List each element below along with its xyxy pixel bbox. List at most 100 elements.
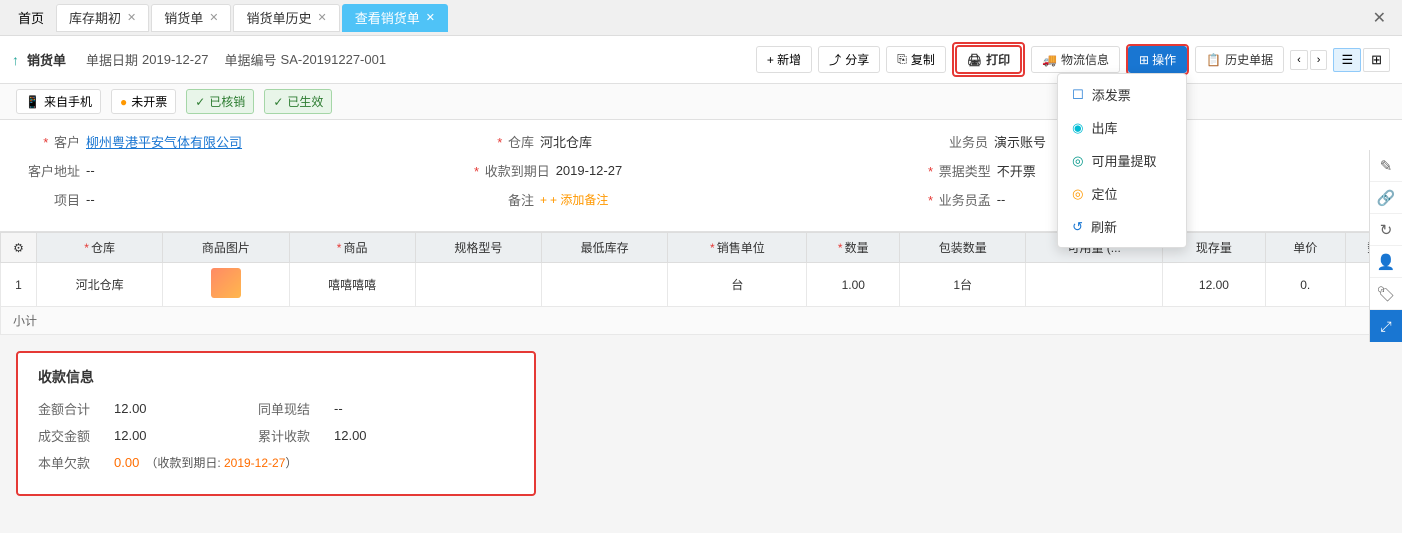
copy-button[interactable]: ⎘ 复制: [886, 46, 946, 73]
row-package-qty: 1台: [900, 263, 1026, 307]
close-icon[interactable]: ✕: [209, 11, 218, 24]
sidebar-refresh-icon[interactable]: ↻: [1370, 214, 1402, 246]
available-icon: ◎: [1072, 153, 1083, 169]
row-min-stock: [542, 263, 668, 307]
tab-view-sales[interactable]: 查看销货单 ✕: [342, 4, 448, 32]
row-stock: 12.00: [1162, 263, 1265, 307]
doc-type: 销货单: [27, 50, 66, 69]
row-num: 1: [1, 263, 37, 307]
copy-icon: ⎘: [897, 52, 907, 67]
tab-label: 库存期初: [69, 8, 121, 27]
row-sales-unit: 台: [668, 263, 807, 307]
customer-value[interactable]: 柳州粤港平安气体有限公司: [86, 132, 242, 151]
subtotal-row: 小计: [1, 307, 1402, 335]
subactions-bar: 📱 来自手机 ● 未开票 ✓ 已核销 ✓ 已生效: [0, 84, 1402, 120]
sidebar-link-icon[interactable]: 🔗: [1370, 182, 1402, 214]
outstanding-label: 本单欠款: [38, 453, 108, 472]
package-qty-header: 包装数量: [900, 233, 1026, 263]
sidebar-tag-icon[interactable]: 🏷: [1370, 278, 1402, 310]
main-content: ↑ 销货单 单据日期 2019-12-27 单据编号 SA-20191227-0…: [0, 36, 1402, 516]
payment-info-box: 收款信息 金额合计 12.00 同单现结 -- 成交金额 12.00: [16, 351, 536, 496]
warehouse-out-item[interactable]: ◉ 出库: [1058, 111, 1186, 144]
warehouse-icon: ◉: [1072, 120, 1083, 136]
add-note-button[interactable]: + + 添加备注: [540, 191, 608, 208]
outstanding-value: 0.00: [114, 455, 139, 470]
history-button[interactable]: 📋 历史单据: [1195, 46, 1284, 73]
add-invoice-item[interactable]: ☐ 添发票: [1058, 78, 1186, 111]
available-qty-item[interactable]: ◎ 可用量提取: [1058, 144, 1186, 177]
payment-row-3: 本单欠款 0.00 （收款到期日: 2019-12-27）: [38, 453, 514, 472]
product-img-header: 商品图片: [163, 233, 289, 263]
unit-price-header: 单价: [1265, 233, 1345, 263]
history-icon: 📋: [1206, 53, 1221, 67]
row-quantity: 1.00: [807, 263, 900, 307]
accumulated-field: 累计收款 12.00: [258, 426, 478, 445]
dot-icon: ●: [120, 95, 127, 109]
grid-view-button[interactable]: ⊞: [1363, 48, 1390, 72]
tab-sales-order[interactable]: 销货单 ✕: [151, 4, 231, 32]
sidebar-expand-icon[interactable]: ⤢: [1370, 310, 1402, 342]
operations-dropdown: ☐ 添发票 ◉ 出库 ◎ 可用量提取 ◎ 定位: [1057, 73, 1187, 248]
date-label: 单据日期 2019-12-27: [86, 50, 209, 69]
print-button[interactable]: 🖨 打印: [955, 45, 1022, 74]
address-value: --: [86, 163, 95, 178]
required-star: *: [43, 135, 48, 150]
project-value: --: [86, 192, 95, 207]
transaction-amount-field: 成交金额 12.00: [38, 426, 258, 445]
next-button[interactable]: ›: [1310, 50, 1328, 70]
sidebar-edit-icon[interactable]: ✎: [1370, 150, 1402, 182]
payment-row-2: 成交金额 12.00 累计收款 12.00: [38, 426, 514, 445]
from-phone-button[interactable]: 📱 来自手机: [16, 89, 101, 114]
same-order-value: --: [334, 401, 343, 416]
form-area: * 客户 柳州粤港平安气体有限公司 * 仓库 河北仓库 业务员: [0, 120, 1402, 232]
warehouse-value: 河北仓库: [540, 132, 592, 151]
add-button[interactable]: + 新增: [756, 46, 812, 73]
product-image: [211, 268, 241, 298]
required-star: *: [497, 135, 502, 150]
locate-item[interactable]: ◎ 定位: [1058, 177, 1186, 210]
row-available: [1026, 263, 1163, 307]
tab-label: 销货单: [164, 8, 203, 27]
project-label: 项目: [20, 190, 80, 209]
close-icon[interactable]: ✕: [426, 11, 435, 24]
tab-home[interactable]: 首页: [8, 8, 54, 27]
doc-icon: ↑: [12, 52, 19, 68]
payment-date-label: * 收款到期日: [474, 161, 550, 180]
transaction-amount-value: 12.00: [114, 428, 147, 443]
warehouse-header: *仓库: [37, 233, 163, 263]
tab-label: 查看销货单: [355, 8, 420, 27]
grid-icon: ⊞: [1139, 53, 1149, 67]
note-field: 备注 + + 添加备注: [474, 190, 928, 209]
ticket-type-value: 不开票: [997, 161, 1036, 180]
payment-section: 收款信息 金额合计 12.00 同单现结 -- 成交金额 12.00: [0, 335, 1402, 516]
not-open-button[interactable]: ● 未开票: [111, 89, 176, 114]
same-order-label: 同单现结: [258, 399, 328, 418]
row-warehouse: 河北仓库: [37, 263, 163, 307]
share-icon: ⤴: [829, 51, 841, 68]
operations-button[interactable]: ⊞ 操作: [1128, 46, 1187, 73]
prev-button[interactable]: ‹: [1290, 50, 1308, 70]
tab-label: 销货单历史: [246, 8, 311, 27]
phone-icon: 📱: [25, 95, 40, 109]
close-icon[interactable]: ✕: [318, 11, 327, 24]
list-view-button[interactable]: ☰: [1333, 48, 1361, 72]
sales-unit-header: *销售单位: [668, 233, 807, 263]
outstanding-date: 2019-12-27: [224, 456, 285, 470]
logistics-button[interactable]: 🚚 物流信息: [1031, 46, 1120, 73]
refresh-item[interactable]: ↺ 刷新: [1058, 210, 1186, 243]
window-close-button[interactable]: ✕: [1365, 8, 1394, 28]
tab-bar: 首页 库存期初 ✕ 销货单 ✕ 销货单历史 ✕ 查看销货单 ✕ ✕: [0, 0, 1402, 36]
invoice-icon: ☐: [1072, 87, 1084, 103]
close-icon[interactable]: ✕: [127, 11, 136, 24]
tab-inventory-init[interactable]: 库存期初 ✕: [56, 4, 149, 32]
tab-sales-history[interactable]: 销货单历史 ✕: [233, 4, 339, 32]
truck-icon: 🚚: [1042, 53, 1057, 67]
print-icon: 🖨: [967, 53, 982, 67]
sidebar-user-icon[interactable]: 👤: [1370, 246, 1402, 278]
total-amount-field: 金额合计 12.00: [38, 399, 258, 418]
share-button[interactable]: ⤴ 分享: [818, 46, 880, 73]
effective-badge: ✓ 已生效: [264, 89, 332, 114]
outstanding-field: 本单欠款 0.00 （收款到期日: 2019-12-27）: [38, 453, 297, 472]
customer-field: * 客户 柳州粤港平安气体有限公司: [20, 132, 474, 151]
outstanding-note: （收款到期日: 2019-12-27）: [145, 454, 297, 471]
